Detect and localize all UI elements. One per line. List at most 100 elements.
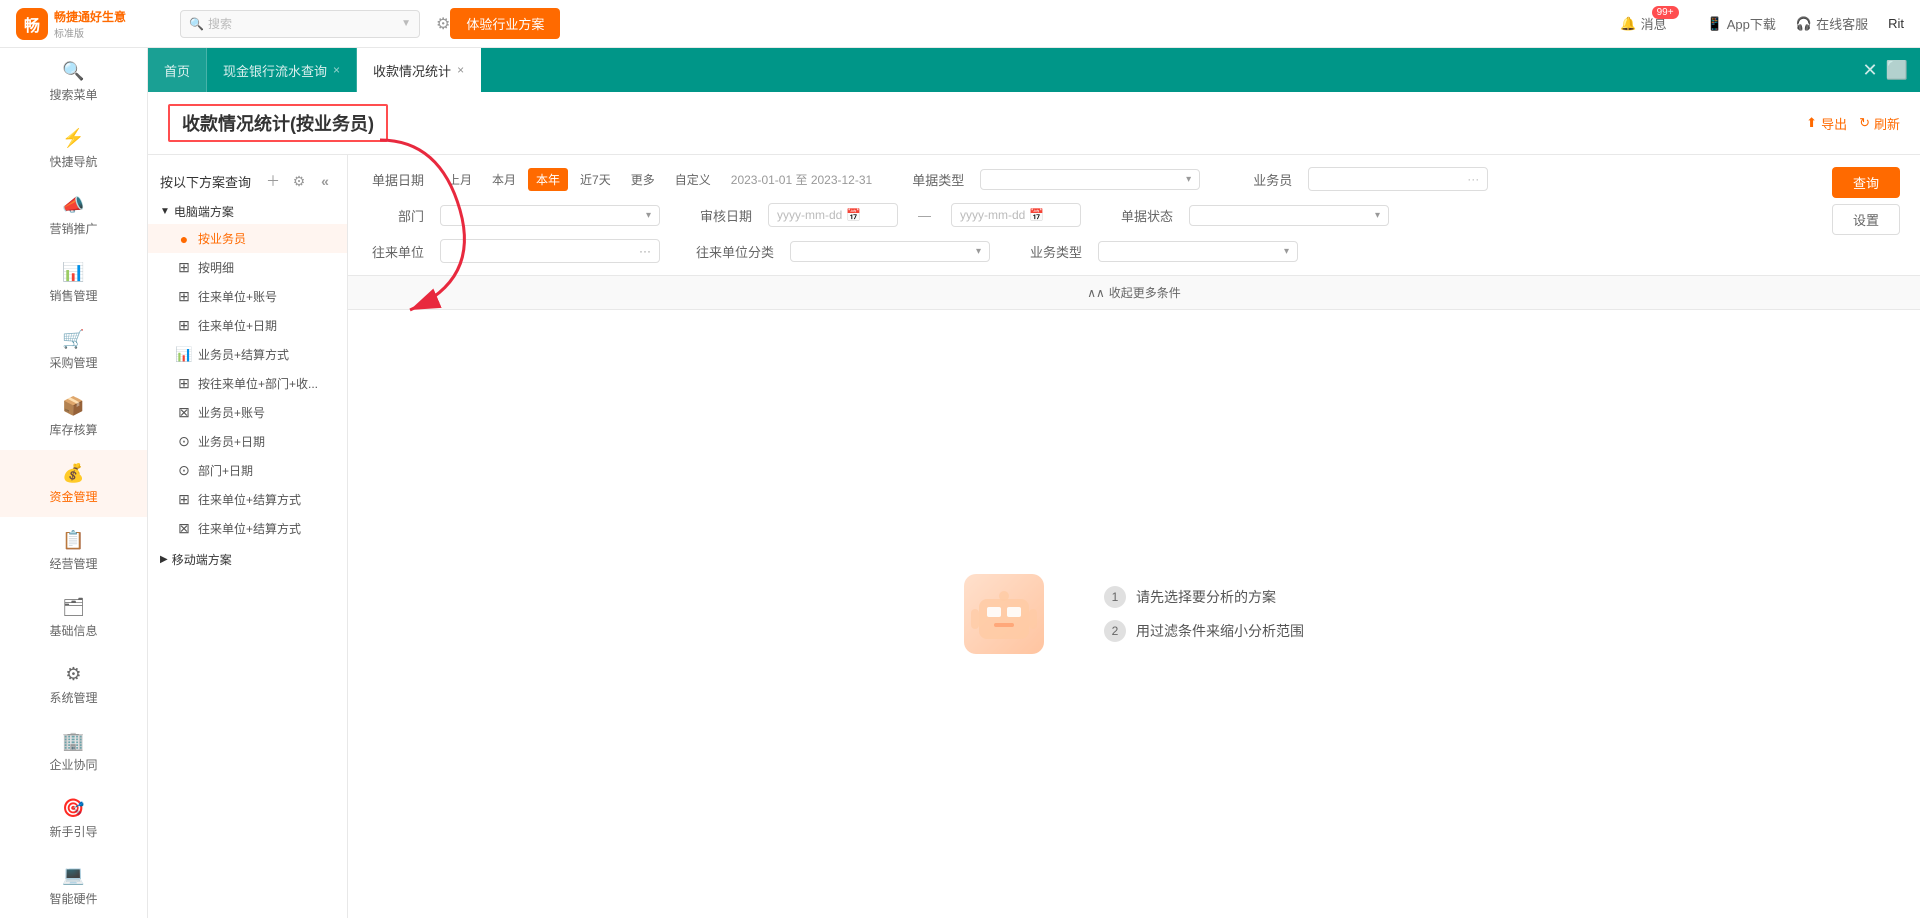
empty-steps: 1 请先选择要分析的方案 2 用过滤条件来缩小分析范围 (1104, 586, 1304, 642)
filter-row-2: 部门 ▾ 审核日期 yyyy-mm-dd 📅 — (368, 203, 1800, 227)
sidebar-item-search[interactable]: 🔍 搜索菜单 (0, 48, 147, 115)
doc-type-select[interactable]: ▾ (980, 169, 1200, 190)
date-tab-last7days[interactable]: 近7天 (572, 168, 619, 191)
cart-icon: 🛒 (63, 328, 85, 350)
scheme-item-unit-settle2[interactable]: ⊠ 往来单位+结算方式 (148, 514, 347, 543)
partner-select[interactable]: ··· (440, 239, 660, 263)
scheme-item-unit-settle[interactable]: ⊞ 往来单位+结算方式 (148, 485, 347, 514)
tab-bank-flow[interactable]: 现金银行流水查询 × (207, 48, 357, 92)
add-scheme-btn[interactable]: ＋ (263, 171, 283, 191)
headset-icon: 🎧 (1796, 16, 1812, 32)
scheme-item-dept-date[interactable]: ⊙ 部门+日期 (148, 456, 347, 485)
salesperson-label: 业务员 (1236, 170, 1292, 189)
review-date-to[interactable]: yyyy-mm-dd 📅 (951, 203, 1081, 227)
sidebar-item-inventory[interactable]: 📦 库存核算 (0, 383, 147, 450)
chevron-down-icon: ▾ (1284, 246, 1289, 257)
setting-button[interactable]: 设置 (1832, 204, 1900, 235)
refresh-icon: ↻ (1859, 115, 1870, 131)
date-range-value: 2023-01-01 至 2023-12-31 (731, 171, 872, 188)
scheme-item-salesperson-date[interactable]: ⊙ 业务员+日期 (148, 427, 347, 456)
scheme-group-mobile-header[interactable]: ▶ 移动端方案 (148, 547, 347, 572)
date-tab-last-month[interactable]: 上月 (440, 168, 480, 191)
messages-btn[interactable]: 🔔 消息 99+ (1620, 14, 1666, 33)
sidebar-item-marketing[interactable]: 📣 营销推广 (0, 182, 147, 249)
doc-type-label: 单据类型 (908, 170, 964, 189)
filter-btn-container: 查询 设置 (1832, 167, 1900, 235)
date-tab-this-year[interactable]: 本年 (528, 168, 568, 191)
scheme-item-by-salesperson[interactable]: ● 按业务员 (148, 224, 347, 253)
megaphone-icon: 📣 (63, 194, 85, 216)
chevron-down-icon: ▾ (1375, 210, 1380, 221)
collapse-bar[interactable]: ∧∧ 收起更多条件 (348, 276, 1920, 310)
sidebar-item-business[interactable]: 📋 经营管理 (0, 517, 147, 584)
chevron-down-icon: ▾ (976, 246, 981, 257)
sidebar-item-base-info[interactable]: 🗂 基础信息 (0, 584, 147, 651)
tab-close-receipt-stat[interactable]: × (457, 63, 464, 77)
tab-home[interactable]: 首页 (148, 48, 207, 92)
dept-select[interactable]: ▾ (440, 205, 660, 226)
sidebar-item-smart-hw[interactable]: 💻 智能硬件 (0, 852, 147, 918)
sidebar-item-enterprise[interactable]: 🏢 企业协同 (0, 718, 147, 785)
sidebar-item-quick-nav[interactable]: ⚡ 快捷导航 (0, 115, 147, 182)
sidebar-item-beginner[interactable]: 🎯 新手引导 (0, 785, 147, 852)
scheme-item-salesperson-settle[interactable]: 📊 业务员+结算方式 (148, 340, 347, 369)
clipboard-icon: 📋 (63, 529, 85, 551)
scheme-settings-btn[interactable]: ⚙ (289, 171, 309, 191)
app-logo-icon: 畅 (16, 8, 48, 40)
check-grid-icon: ⊠ (176, 404, 192, 421)
tab-close-all-icon[interactable]: ✕ (1862, 60, 1877, 81)
sidebar-item-finance[interactable]: 💰 资金管理 (0, 450, 147, 517)
chevron-right-icon: ▶ (160, 554, 168, 565)
review-date-from[interactable]: yyyy-mm-dd 📅 (768, 203, 898, 227)
date-tab-more[interactable]: 更多 (623, 168, 663, 191)
gear-icon[interactable]: ⚙ (436, 14, 450, 34)
date-tab-custom[interactable]: 自定义 (667, 168, 719, 191)
dept-label: 部门 (368, 206, 424, 225)
scheme-item-unit-account[interactable]: ⊞ 往来单位+账号 (148, 282, 347, 311)
app-download-btn[interactable]: 📱 App下载 (1707, 14, 1776, 33)
sidebar-item-purchase[interactable]: 🛒 采购管理 (0, 316, 147, 383)
user-name[interactable]: Rit (1888, 16, 1904, 31)
circle-icon: ⊙ (176, 433, 192, 450)
scheme-item-unit-date[interactable]: ⊞ 往来单位+日期 (148, 311, 347, 340)
scheme-group-desktop-header[interactable]: ▼ 电脑端方案 (148, 199, 347, 224)
grid-icon: ⊞ (176, 375, 192, 392)
chevron-down-icon: ▾ (646, 210, 651, 221)
empty-area: 1 请先选择要分析的方案 2 用过滤条件来缩小分析范围 (348, 310, 1920, 918)
export-button[interactable]: ⬆ 导出 (1806, 114, 1847, 133)
app-layout: 🔍 搜索菜单 ⚡ 快捷导航 📣 营销推广 📊 销售管理 🛒 采购管理 📦 库存核… (0, 48, 1920, 918)
biz-type-select[interactable]: ▾ (1098, 241, 1298, 262)
grid-icon: ⊞ (176, 491, 192, 508)
scheme-group-mobile: ▶ 移动端方案 (148, 547, 347, 572)
partner-type-label: 往来单位分类 (696, 242, 774, 261)
date-label: 单据日期 (368, 170, 424, 189)
sidebar-item-sales[interactable]: 📊 销售管理 (0, 249, 147, 316)
scheme-item-salesperson-account[interactable]: ⊠ 业务员+账号 (148, 398, 347, 427)
check-grid-icon: ⊠ (176, 520, 192, 537)
filter-rows-container: 单据日期 上月 本月 本年 近7天 更多 自定义 2023-01-01 至 20… (368, 167, 1900, 263)
header-search-bar[interactable]: 🔍 搜索 ▼ (180, 10, 420, 38)
refresh-button[interactable]: ↻ 刷新 (1859, 114, 1900, 133)
content-wrapper: 按以下方案查询 ＋ ⚙ « ▼ 电脑端方案 ● 按业务员 (148, 155, 1920, 918)
settings-icon: ⚙ (63, 663, 85, 685)
tab-receipt-stat[interactable]: 收款情况统计 × (357, 48, 481, 92)
doc-status-select[interactable]: ▾ (1189, 205, 1389, 226)
query-button[interactable]: 查询 (1832, 167, 1900, 198)
sidebar-item-system[interactable]: ⚙ 系统管理 (0, 651, 147, 718)
partner-label: 往来单位 (368, 242, 424, 261)
try-industry-btn[interactable]: 体验行业方案 (450, 8, 560, 39)
scheme-item-unit-dept-collect[interactable]: ⊞ 按往来单位+部门+收... (148, 369, 347, 398)
panel-header: 按以下方案查询 ＋ ⚙ « (148, 163, 347, 199)
bar-chart-icon: 📊 (176, 346, 192, 363)
date-tab-this-month[interactable]: 本月 (484, 168, 524, 191)
guide-icon: 🎯 (63, 797, 85, 819)
chevron-down-icon: ▼ (401, 18, 411, 29)
scheme-item-by-detail[interactable]: ⊞ 按明细 (148, 253, 347, 282)
collapse-panel-btn[interactable]: « (315, 171, 335, 191)
salesperson-select[interactable]: ··· (1308, 167, 1488, 191)
tab-close-bank-flow[interactable]: × (333, 63, 340, 77)
money-icon: 💰 (63, 462, 85, 484)
tab-expand-icon[interactable]: ⬜ (1886, 60, 1908, 81)
partner-type-select[interactable]: ▾ (790, 241, 990, 262)
online-service-btn[interactable]: 🎧 在线客服 (1796, 14, 1868, 33)
